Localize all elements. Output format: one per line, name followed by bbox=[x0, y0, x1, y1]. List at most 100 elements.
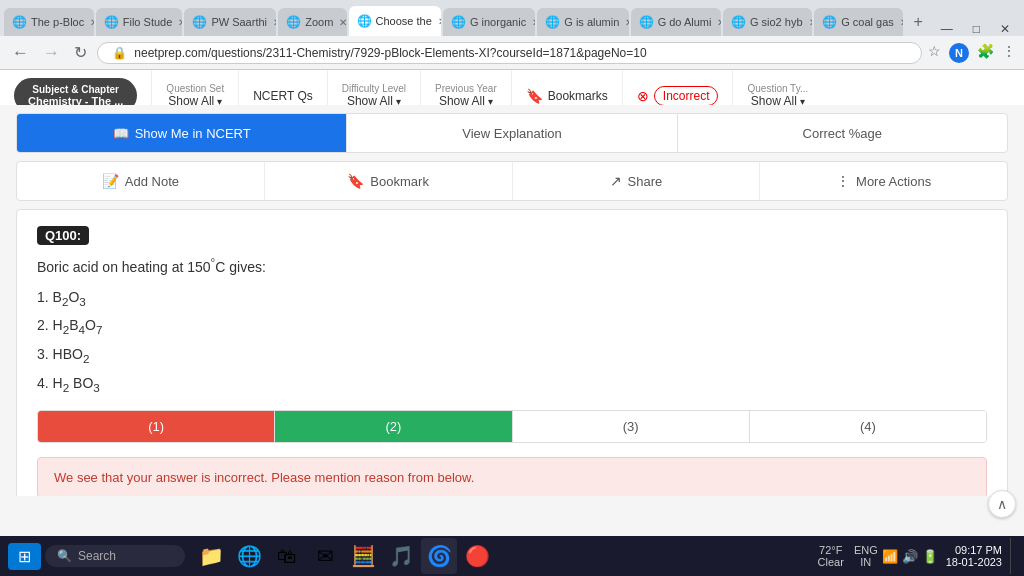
tab-close-icon[interactable]: ✕ bbox=[273, 17, 276, 28]
tab-label: Choose the bbox=[376, 15, 432, 27]
x-circle-icon: ⊗ bbox=[637, 88, 649, 104]
tab-choose[interactable]: 🌐 Choose the ✕ bbox=[349, 6, 441, 36]
tab-label: G coal gas bbox=[841, 16, 894, 28]
extensions-icon[interactable]: 🧩 bbox=[977, 43, 994, 63]
tab-label: PW Saarthi bbox=[211, 16, 267, 28]
tab-label: Zoom bbox=[305, 16, 333, 28]
tab-coal[interactable]: 🌐 G coal gas ✕ bbox=[814, 8, 903, 36]
taskbar-edge[interactable]: 🌐 bbox=[231, 538, 267, 574]
tab-do-alumi[interactable]: 🌐 G do Alumi ✕ bbox=[631, 8, 721, 36]
tab-label: The p-Bloc bbox=[31, 16, 84, 28]
tab-icon: 🌐 bbox=[545, 15, 560, 29]
tab-icon: 🌐 bbox=[192, 15, 207, 29]
answer-option-1[interactable]: (1) bbox=[38, 411, 275, 442]
tab-close-icon[interactable]: ✕ bbox=[900, 17, 904, 28]
tab-icon: 🌐 bbox=[731, 15, 746, 29]
windows-icon: ⊞ bbox=[18, 547, 31, 566]
add-note-icon: 📝 bbox=[102, 173, 119, 189]
tab-close-icon[interactable]: ✕ bbox=[532, 17, 535, 28]
star-icon[interactable]: ☆ bbox=[928, 43, 941, 63]
view-explanation-top-btn[interactable]: View Explanation bbox=[346, 114, 676, 152]
more-actions-button[interactable]: ⋮ More Actions bbox=[760, 162, 1007, 200]
search-icon: 🔍 bbox=[57, 549, 72, 563]
tab-icon: 🌐 bbox=[12, 15, 27, 29]
taskbar-store[interactable]: 🛍 bbox=[269, 538, 305, 574]
search-bar[interactable]: 🔍 Search bbox=[45, 545, 185, 567]
show-ncert-top-btn[interactable]: 📖 Show Me in NCERT bbox=[17, 114, 346, 152]
option-2: 2. H2B4O7 bbox=[37, 317, 987, 336]
taskbar-calculator[interactable]: 🧮 bbox=[345, 538, 381, 574]
tab-close-icon[interactable]: ✕ bbox=[809, 17, 813, 28]
incorrect-label: Incorrect bbox=[654, 86, 719, 106]
options-list: 1. B2O3 2. H2B4O7 3. HBO2 4. H2 BO3 bbox=[37, 289, 987, 394]
forward-button[interactable]: → bbox=[39, 41, 64, 65]
tab-p-block[interactable]: 🌐 The p-Bloc ✕ bbox=[4, 8, 94, 36]
sound-icon: 🔊 bbox=[902, 549, 918, 564]
start-button[interactable]: ⊞ bbox=[8, 543, 41, 570]
correct-percentage-top-btn[interactable]: Correct %age bbox=[677, 114, 1007, 152]
taskbar-explorer[interactable]: 📁 bbox=[193, 538, 229, 574]
battery-icon: 🔋 bbox=[922, 549, 938, 564]
scroll-up-button[interactable]: ∧ bbox=[988, 490, 1016, 518]
bookmark-label: Bookmark bbox=[370, 174, 429, 189]
tab-sio2[interactable]: 🌐 G sio2 hyb ✕ bbox=[723, 8, 812, 36]
tab-pw[interactable]: 🌐 PW Saarthi ✕ bbox=[184, 8, 276, 36]
subject-label-top: Subject & Chapter bbox=[28, 84, 123, 95]
tab-icon: 🌐 bbox=[286, 15, 301, 29]
back-button[interactable]: ← bbox=[8, 41, 33, 65]
address-text: neetprep.com/questions/2311-Chemistry/79… bbox=[134, 46, 646, 60]
answer-option-4[interactable]: (4) bbox=[750, 411, 986, 442]
address-bar[interactable]: 🔒 neetprep.com/questions/2311-Chemistry/… bbox=[97, 42, 922, 64]
weather-condition: Clear bbox=[818, 556, 844, 568]
share-icon: ↗ bbox=[610, 173, 622, 189]
tab-aluminum[interactable]: 🌐 G is alumin ✕ bbox=[537, 8, 628, 36]
difficulty-label: Difficulty Level bbox=[342, 83, 406, 94]
ncert-label: NCERT Qs bbox=[253, 89, 313, 103]
add-note-label: Add Note bbox=[125, 174, 179, 189]
show-ncert-label: Show Me in NCERT bbox=[135, 126, 251, 141]
taskbar-app7[interactable]: 🔴 bbox=[459, 538, 495, 574]
view-explanation-label: View Explanation bbox=[462, 126, 562, 141]
answer-bar: (1) (2) (3) (4) bbox=[37, 410, 987, 443]
question-type-label: Question Ty... bbox=[747, 83, 808, 94]
close-button[interactable]: ✕ bbox=[990, 22, 1020, 36]
question-text: Boric acid on heating at 150°C gives: bbox=[37, 255, 987, 275]
tab-close-icon[interactable]: ✕ bbox=[90, 17, 94, 28]
minimize-button[interactable]: — bbox=[931, 22, 963, 36]
lock-icon: 🔒 bbox=[112, 46, 127, 60]
show-desktop-button[interactable] bbox=[1010, 538, 1016, 574]
tab-close-icon[interactable]: ✕ bbox=[717, 17, 720, 28]
question-content: Q100: Boric acid on heating at 150°C giv… bbox=[16, 209, 1008, 496]
tab-icon: 🌐 bbox=[357, 14, 372, 28]
more-actions-label: More Actions bbox=[856, 174, 931, 189]
tab-close-icon[interactable]: ✕ bbox=[178, 17, 182, 28]
more-actions-icon: ⋮ bbox=[836, 173, 850, 189]
option-3: 3. HBO2 bbox=[37, 346, 987, 365]
tab-filo[interactable]: 🌐 Filo Stude ✕ bbox=[96, 8, 183, 36]
action-toolbar: 📝 Add Note 🔖 Bookmark ↗ Share ⋮ More Act… bbox=[16, 161, 1008, 201]
answer-option-2[interactable]: (2) bbox=[275, 411, 512, 442]
tab-icon: 🌐 bbox=[451, 15, 466, 29]
answer-option-3[interactable]: (3) bbox=[513, 411, 750, 442]
clock-date: 18-01-2023 bbox=[946, 556, 1002, 568]
taskbar-chrome[interactable]: 🌀 bbox=[421, 538, 457, 574]
refresh-button[interactable]: ↻ bbox=[70, 41, 91, 64]
profile-icon[interactable]: N bbox=[949, 43, 969, 63]
tab-inorganic[interactable]: 🌐 G inorganic ✕ bbox=[443, 8, 535, 36]
new-tab-button[interactable]: + bbox=[905, 8, 930, 36]
tab-label: G is alumin bbox=[564, 16, 619, 28]
taskbar-weather: 72°F Clear bbox=[818, 544, 844, 568]
menu-icon[interactable]: ⋮ bbox=[1002, 43, 1016, 63]
maximize-button[interactable]: □ bbox=[963, 22, 990, 36]
clock-time: 09:17 PM bbox=[946, 544, 1002, 556]
taskbar-app5[interactable]: 🎵 bbox=[383, 538, 419, 574]
tab-close-icon[interactable]: ✕ bbox=[438, 16, 441, 27]
bookmark-button[interactable]: 🔖 Bookmark bbox=[265, 162, 513, 200]
add-note-button[interactable]: 📝 Add Note bbox=[17, 162, 265, 200]
correct-pct-label: Correct %age bbox=[803, 126, 882, 141]
tab-close-icon[interactable]: ✕ bbox=[339, 17, 346, 28]
tab-zoom[interactable]: 🌐 Zoom ✕ bbox=[278, 8, 346, 36]
share-button[interactable]: ↗ Share bbox=[513, 162, 761, 200]
taskbar-mail[interactable]: ✉ bbox=[307, 538, 343, 574]
tab-close-icon[interactable]: ✕ bbox=[625, 17, 628, 28]
